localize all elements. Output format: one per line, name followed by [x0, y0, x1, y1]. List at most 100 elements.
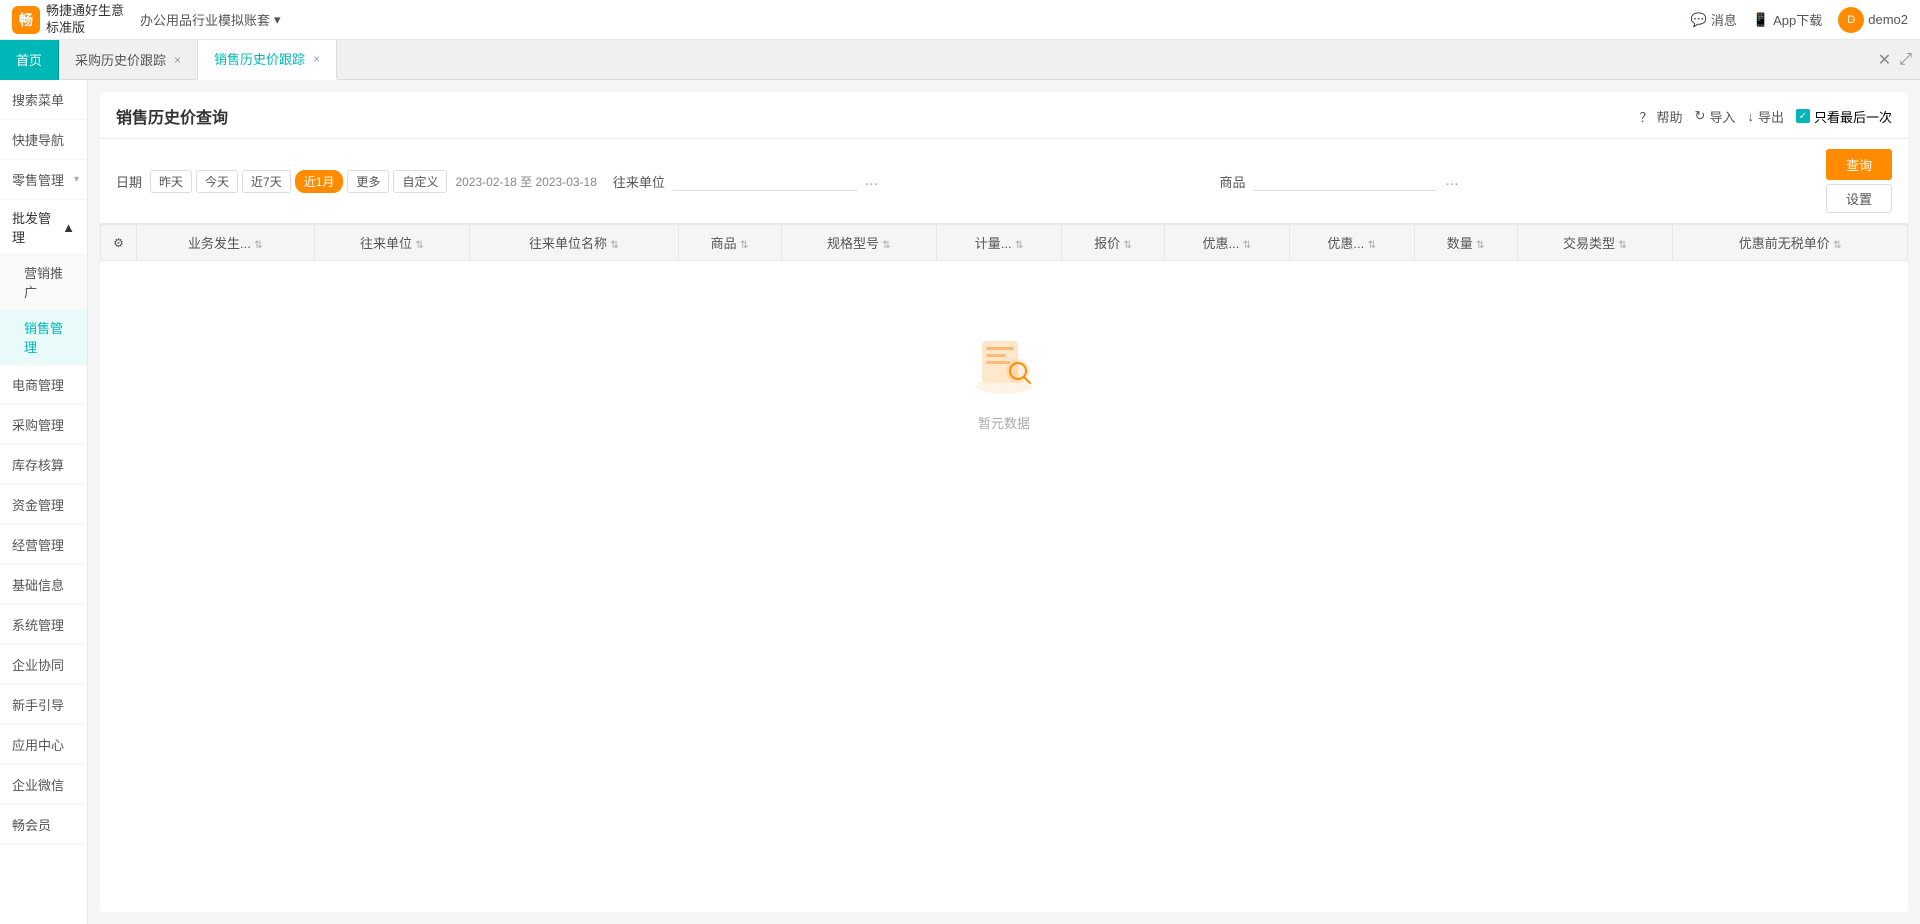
- empty-state: 暂元数据: [100, 261, 1908, 492]
- sidebar-item-guide[interactable]: 新手引导: [0, 685, 87, 725]
- import-btn[interactable]: ↻ 导入: [1695, 107, 1736, 126]
- tab-home[interactable]: 首页: [0, 40, 59, 80]
- sidebar-item-retail[interactable]: 零售管理 ▾: [0, 160, 87, 200]
- app-selector[interactable]: 办公用品行业模拟账套 ▾: [132, 10, 289, 29]
- message-btn[interactable]: 💬 消息: [1691, 10, 1737, 29]
- help-btn[interactable]: ？ 帮助: [1640, 107, 1683, 126]
- table-header: ⚙ 业务发生... ⇅ 往来单位 ⇅ 往来单位名称: [101, 225, 1908, 261]
- export-icon: ↓: [1747, 109, 1754, 124]
- empty-text: 暂元数据: [978, 413, 1030, 432]
- sidebar-item-sales-mgmt[interactable]: 销售管理: [0, 310, 87, 365]
- sidebar-item-finance[interactable]: 资金管理: [0, 485, 87, 525]
- settings-button[interactable]: 设置: [1826, 184, 1892, 213]
- col-discount1[interactable]: 优惠... ⇅: [1164, 225, 1289, 261]
- col-unit[interactable]: 计量... ⇅: [937, 225, 1062, 261]
- page-header-actions: ？ 帮助 ↻ 导入 ↓ 导出 只看最后一次: [1640, 107, 1892, 126]
- sort-icon: ⇅: [1618, 240, 1626, 251]
- show-last-checkbox[interactable]: 只看最后一次: [1796, 107, 1892, 126]
- col-trade-type[interactable]: 交易类型 ⇅: [1517, 225, 1673, 261]
- topbar: 畅 畅捷通好生意 标准版 办公用品行业模拟账套 ▾ 💬 消息 📱 App下载 D…: [0, 0, 1920, 40]
- maximize-btn[interactable]: ⤢: [1899, 51, 1912, 69]
- sidebar-item-wholesale[interactable]: 批发管理 ▲: [0, 200, 87, 255]
- chevron-up-icon: ▲: [62, 220, 75, 235]
- col-quote[interactable]: 报价 ⇅: [1062, 225, 1165, 261]
- sort-icon: ⇅: [415, 240, 423, 251]
- query-button[interactable]: 查询: [1826, 149, 1892, 180]
- logo-area: 畅 畅捷通好生意 标准版: [12, 3, 124, 37]
- date-more-btn[interactable]: 更多: [347, 170, 389, 193]
- checkbox-icon: [1796, 109, 1810, 123]
- sidebar-item-cooperation[interactable]: 企业协同: [0, 645, 87, 685]
- user-area[interactable]: D demo2: [1838, 7, 1908, 33]
- goods-filter-group: 商品 ...: [1219, 171, 1810, 191]
- sidebar-item-search[interactable]: 搜索菜单: [0, 80, 87, 120]
- date-last1m-btn[interactable]: 近1月: [295, 170, 344, 193]
- tab-purchase[interactable]: 采购历史价跟踪 ×: [59, 40, 198, 80]
- tab-sales-close[interactable]: ×: [313, 52, 320, 66]
- col-counterpart[interactable]: 往来单位 ⇅: [314, 225, 470, 261]
- sort-icon: ⇅: [1368, 240, 1376, 251]
- counterpart-more-icon[interactable]: ...: [865, 172, 878, 190]
- date-custom-btn[interactable]: 自定义: [393, 170, 447, 193]
- page-header: 销售历史价查询 ？ 帮助 ↻ 导入 ↓ 导出: [100, 92, 1908, 139]
- avatar: D: [1838, 7, 1864, 33]
- topbar-left: 畅 畅捷通好生意 标准版 办公用品行业模拟账套 ▾: [12, 3, 289, 37]
- date-filter-group: 日期 昨天 今天 近7天 近1月 更多 自定义 2023-02-18 至 202…: [116, 170, 597, 193]
- tabbar-actions: ✕ ⤢: [1878, 50, 1920, 70]
- table-container: ⚙ 业务发生... ⇅ 往来单位 ⇅ 往来单位名称: [100, 224, 1908, 912]
- counterpart-label: 往来单位: [613, 172, 665, 191]
- sidebar-item-wechat[interactable]: 企业微信: [0, 765, 87, 805]
- col-no-tax-price[interactable]: 优惠前无税单价 ⇅: [1673, 225, 1908, 261]
- date-range-text: 2023-02-18 至 2023-03-18: [455, 173, 596, 190]
- col-gear[interactable]: ⚙: [101, 225, 137, 261]
- data-table: ⚙ 业务发生... ⇅ 往来单位 ⇅ 往来单位名称: [100, 224, 1908, 261]
- sidebar-item-marketing[interactable]: 营销推广: [0, 255, 87, 310]
- help-icon: ？: [1640, 107, 1653, 126]
- tab-sales[interactable]: 销售历史价跟踪 ×: [198, 40, 337, 80]
- date-label: 日期: [116, 172, 142, 191]
- empty-illustration: [964, 321, 1044, 401]
- message-icon: 💬: [1691, 12, 1707, 28]
- sidebar-item-inventory[interactable]: 库存核算: [0, 445, 87, 485]
- counterpart-filter-group: 往来单位 ...: [613, 171, 1204, 191]
- main-layout: 搜索菜单 快捷导航 零售管理 ▾ 批发管理 ▲ 营销推广 销售管理 电商管理 采…: [0, 80, 1920, 924]
- sidebar-item-app-center[interactable]: 应用中心: [0, 725, 87, 765]
- goods-more-icon[interactable]: ...: [1445, 172, 1458, 190]
- logo-icon: 畅: [12, 6, 40, 34]
- import-icon: ↻: [1695, 108, 1706, 124]
- date-buttons: 昨天 今天 近7天 近1月 更多 自定义: [150, 170, 447, 193]
- download-icon: 📱: [1753, 12, 1769, 28]
- export-btn[interactable]: ↓ 导出: [1747, 107, 1784, 126]
- app-download-btn[interactable]: 📱 App下载: [1753, 10, 1822, 29]
- date-yesterday-btn[interactable]: 昨天: [150, 170, 192, 193]
- sidebar-item-shortcuts[interactable]: 快捷导航: [0, 120, 87, 160]
- tab-purchase-close[interactable]: ×: [174, 53, 181, 67]
- sort-icon: ⇅: [1833, 240, 1841, 251]
- sidebar-item-system[interactable]: 系统管理: [0, 605, 87, 645]
- chevron-down-icon: ▾: [74, 174, 79, 185]
- sort-icon: ⇅: [610, 240, 618, 251]
- col-biz-date[interactable]: 业务发生... ⇅: [137, 225, 315, 261]
- col-discount2[interactable]: 优惠... ⇅: [1289, 225, 1414, 261]
- sidebar-item-operations[interactable]: 经营管理: [0, 525, 87, 565]
- date-today-btn[interactable]: 今天: [196, 170, 238, 193]
- sidebar-item-member[interactable]: 畅会员: [0, 805, 87, 845]
- date-last7-btn[interactable]: 近7天: [242, 170, 291, 193]
- sidebar-item-ecommerce[interactable]: 电商管理: [0, 365, 87, 405]
- sidebar-item-purchase[interactable]: 采购管理: [0, 405, 87, 445]
- col-qty[interactable]: 数量 ⇅: [1414, 225, 1517, 261]
- counterpart-input[interactable]: [673, 171, 857, 191]
- sort-icon: ⇅: [1123, 240, 1131, 251]
- content-area: 销售历史价查询 ？ 帮助 ↻ 导入 ↓ 导出: [88, 80, 1920, 924]
- goods-input[interactable]: [1253, 171, 1437, 191]
- sidebar-item-basic-info[interactable]: 基础信息: [0, 565, 87, 605]
- sort-icon: ⇅: [882, 240, 890, 251]
- goods-label: 商品: [1219, 172, 1245, 191]
- col-spec[interactable]: 规格型号 ⇅: [781, 225, 937, 261]
- logo-text: 畅捷通好生意 标准版: [46, 3, 124, 37]
- col-goods[interactable]: 商品 ⇅: [678, 225, 781, 261]
- page-panel: 销售历史价查询 ？ 帮助 ↻ 导入 ↓ 导出: [100, 92, 1908, 912]
- close-all-tabs-btn[interactable]: ✕: [1878, 50, 1891, 70]
- col-counterpart-name[interactable]: 往来单位名称 ⇅: [470, 225, 678, 261]
- tabbar: 首页 采购历史价跟踪 × 销售历史价跟踪 × ✕ ⤢: [0, 40, 1920, 80]
